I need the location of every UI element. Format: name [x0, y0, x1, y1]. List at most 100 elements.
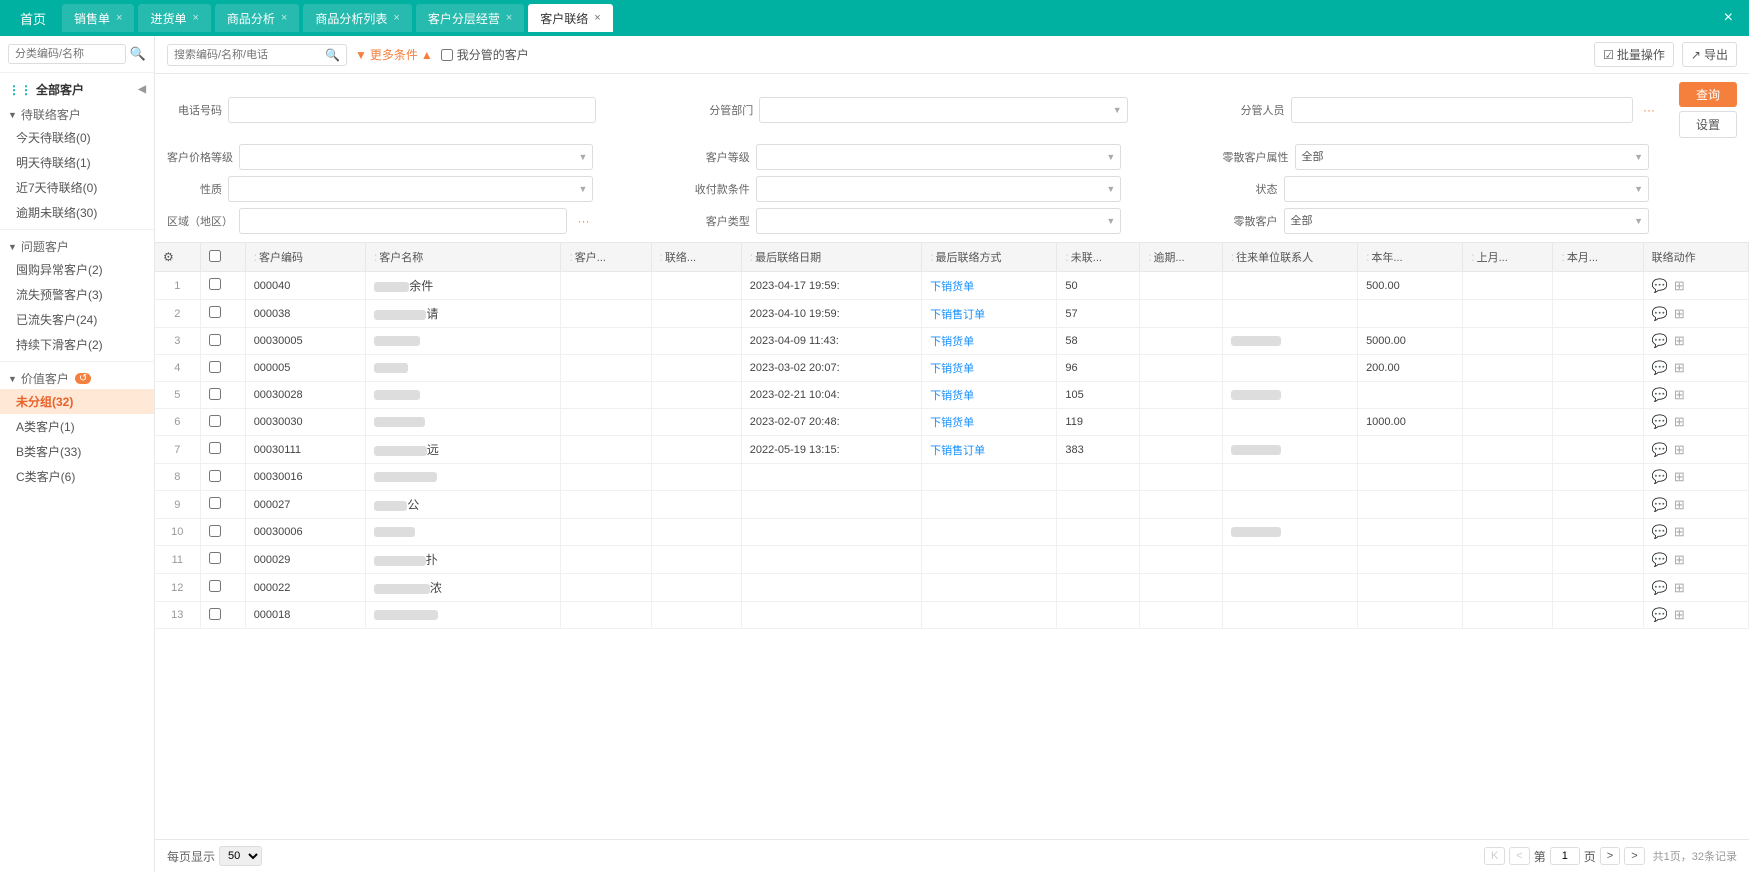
settings-icon[interactable]: ⚙ — [163, 250, 174, 264]
status-select[interactable] — [1284, 176, 1649, 202]
sidebar-item-churn-warning[interactable]: 流失预警客户(3) — [0, 282, 154, 307]
chat-icon[interactable]: 💬 — [1652, 278, 1668, 294]
region-more-icon[interactable]: ··· — [573, 214, 593, 228]
col-overdue[interactable]: :逾期... — [1140, 243, 1223, 272]
row-checkbox-cell[interactable] — [200, 409, 245, 436]
row-checkbox-cell[interactable] — [200, 272, 245, 300]
customer-level-select[interactable] — [756, 144, 1121, 170]
prev-page-button[interactable]: < — [1509, 847, 1529, 865]
sidebar-item-tomorrow[interactable]: 明天待联络(1) — [0, 150, 154, 175]
last-contact-method[interactable]: 下销货单 — [922, 328, 1057, 355]
chat-icon[interactable]: 💬 — [1652, 552, 1668, 568]
collapse-icon[interactable]: ◀ — [138, 84, 146, 95]
chat-icon[interactable]: 💬 — [1652, 607, 1668, 623]
sidebar-search-icon[interactable]: 🔍 — [130, 46, 146, 62]
grid-action-icon[interactable]: ⊞ — [1674, 552, 1685, 568]
reset-button[interactable]: 设置 — [1679, 111, 1737, 138]
first-page-button[interactable]: K — [1484, 847, 1505, 865]
export-button[interactable]: ↗ 导出 — [1682, 42, 1737, 67]
grid-action-icon[interactable]: ⊞ — [1674, 414, 1685, 430]
row-checkbox[interactable] — [209, 361, 221, 373]
sidebar-item-hoarding-abnormal[interactable]: 囤购异常客户(2) — [0, 257, 154, 282]
last-contact-method[interactable]: 下销售订单 — [922, 300, 1057, 328]
price-level-select[interactable] — [239, 144, 593, 170]
col-last-date[interactable]: :最后联络日期 — [741, 243, 921, 272]
sidebar-item-class-c[interactable]: C类客户(6) — [0, 464, 154, 489]
col-uncontact[interactable]: :未联... — [1057, 243, 1140, 272]
close-icon[interactable]: × — [192, 12, 198, 24]
grid-action-icon[interactable]: ⊞ — [1674, 497, 1685, 513]
grid-action-icon[interactable]: ⊞ — [1674, 333, 1685, 349]
col-checkbox[interactable] — [200, 243, 245, 272]
per-page-select[interactable]: 50 — [219, 846, 262, 866]
row-checkbox[interactable] — [209, 470, 221, 482]
row-checkbox-cell[interactable] — [200, 546, 245, 574]
col-this-year[interactable]: :本年... — [1358, 243, 1463, 272]
col-contact[interactable]: :联络... — [651, 243, 741, 272]
sidebar-item-class-a[interactable]: A类客户(1) — [0, 414, 154, 439]
col-this-month[interactable]: :本月... — [1553, 243, 1643, 272]
query-button[interactable]: 查询 — [1679, 82, 1737, 107]
chat-icon[interactable]: 💬 — [1652, 387, 1668, 403]
person-more-icon[interactable]: ··· — [1639, 103, 1659, 117]
sidebar-item-today[interactable]: 今天待联络(0) — [0, 125, 154, 150]
last-contact-method[interactable]: 下销售订单 — [922, 436, 1057, 464]
row-checkbox-cell[interactable] — [200, 574, 245, 602]
row-checkbox-cell[interactable] — [200, 382, 245, 409]
tab-product-analysis[interactable]: 商品分析 × — [215, 4, 299, 32]
close-icon[interactable]: × — [116, 12, 122, 24]
row-checkbox[interactable] — [209, 334, 221, 346]
my-customers-check[interactable] — [441, 49, 453, 61]
row-checkbox-cell[interactable] — [200, 491, 245, 519]
next-page-button[interactable]: > — [1600, 847, 1620, 865]
grid-action-icon[interactable]: ⊞ — [1674, 580, 1685, 596]
chat-icon[interactable]: 💬 — [1652, 580, 1668, 596]
chat-icon[interactable]: 💬 — [1652, 497, 1668, 513]
payment-select[interactable] — [756, 176, 1121, 202]
close-icon[interactable]: × — [506, 12, 512, 24]
chat-icon[interactable]: 💬 — [1652, 524, 1668, 540]
grid-action-icon[interactable]: ⊞ — [1674, 360, 1685, 376]
grid-action-icon[interactable]: ⊞ — [1674, 442, 1685, 458]
row-checkbox-cell[interactable] — [200, 328, 245, 355]
sidebar-item-7days[interactable]: 近7天待联络(0) — [0, 175, 154, 200]
home-tab[interactable]: 首页 — [8, 9, 58, 28]
retail-attr-select[interactable]: 全部 — [1295, 144, 1649, 170]
grid-action-icon[interactable]: ⊞ — [1674, 387, 1685, 403]
row-checkbox[interactable] — [209, 442, 221, 454]
dept-select[interactable] — [759, 97, 1127, 123]
chat-icon[interactable]: 💬 — [1652, 306, 1668, 322]
col-settings[interactable]: ⚙ — [155, 243, 200, 272]
customer-type-select[interactable] — [756, 208, 1121, 234]
grid-action-icon[interactable]: ⊞ — [1674, 607, 1685, 623]
row-checkbox[interactable] — [209, 608, 221, 620]
tab-sales[interactable]: 销售单 × — [62, 4, 134, 32]
row-checkbox-cell[interactable] — [200, 300, 245, 328]
row-checkbox-cell[interactable] — [200, 464, 245, 491]
row-checkbox[interactable] — [209, 388, 221, 400]
batch-operation-button[interactable]: ☑ 批量操作 — [1594, 42, 1674, 67]
last-contact-method[interactable]: 下销货单 — [922, 409, 1057, 436]
sidebar-item-class-b[interactable]: B类客户(33) — [0, 439, 154, 464]
close-icon[interactable]: × — [594, 12, 600, 24]
window-close-button[interactable]: × — [1716, 9, 1741, 27]
grid-action-icon[interactable]: ⊞ — [1674, 278, 1685, 294]
phone-input[interactable] — [228, 97, 596, 123]
nature-select[interactable] — [228, 176, 593, 202]
col-last-method[interactable]: :最后联络方式 — [922, 243, 1057, 272]
row-checkbox-cell[interactable] — [200, 519, 245, 546]
person-input[interactable] — [1291, 97, 1633, 123]
col-code[interactable]: :客户编码 — [245, 243, 365, 272]
filter-search-input[interactable] — [174, 49, 321, 61]
row-checkbox[interactable] — [209, 306, 221, 318]
row-checkbox[interactable] — [209, 497, 221, 509]
sidebar-item-churned[interactable]: 已流失客户(24) — [0, 307, 154, 332]
sidebar-item-overdue[interactable]: 逾期未联络(30) — [0, 200, 154, 225]
page-number-input[interactable] — [1550, 847, 1580, 865]
chat-icon[interactable]: 💬 — [1652, 333, 1668, 349]
tab-product-analysis-list[interactable]: 商品分析列表 × — [303, 4, 411, 32]
row-checkbox-cell[interactable] — [200, 602, 245, 629]
retail-customer-select[interactable]: 全部 — [1284, 208, 1649, 234]
more-conditions-btn[interactable]: ▼ 更多条件 ▲ — [355, 46, 433, 63]
chat-icon[interactable]: 💬 — [1652, 442, 1668, 458]
